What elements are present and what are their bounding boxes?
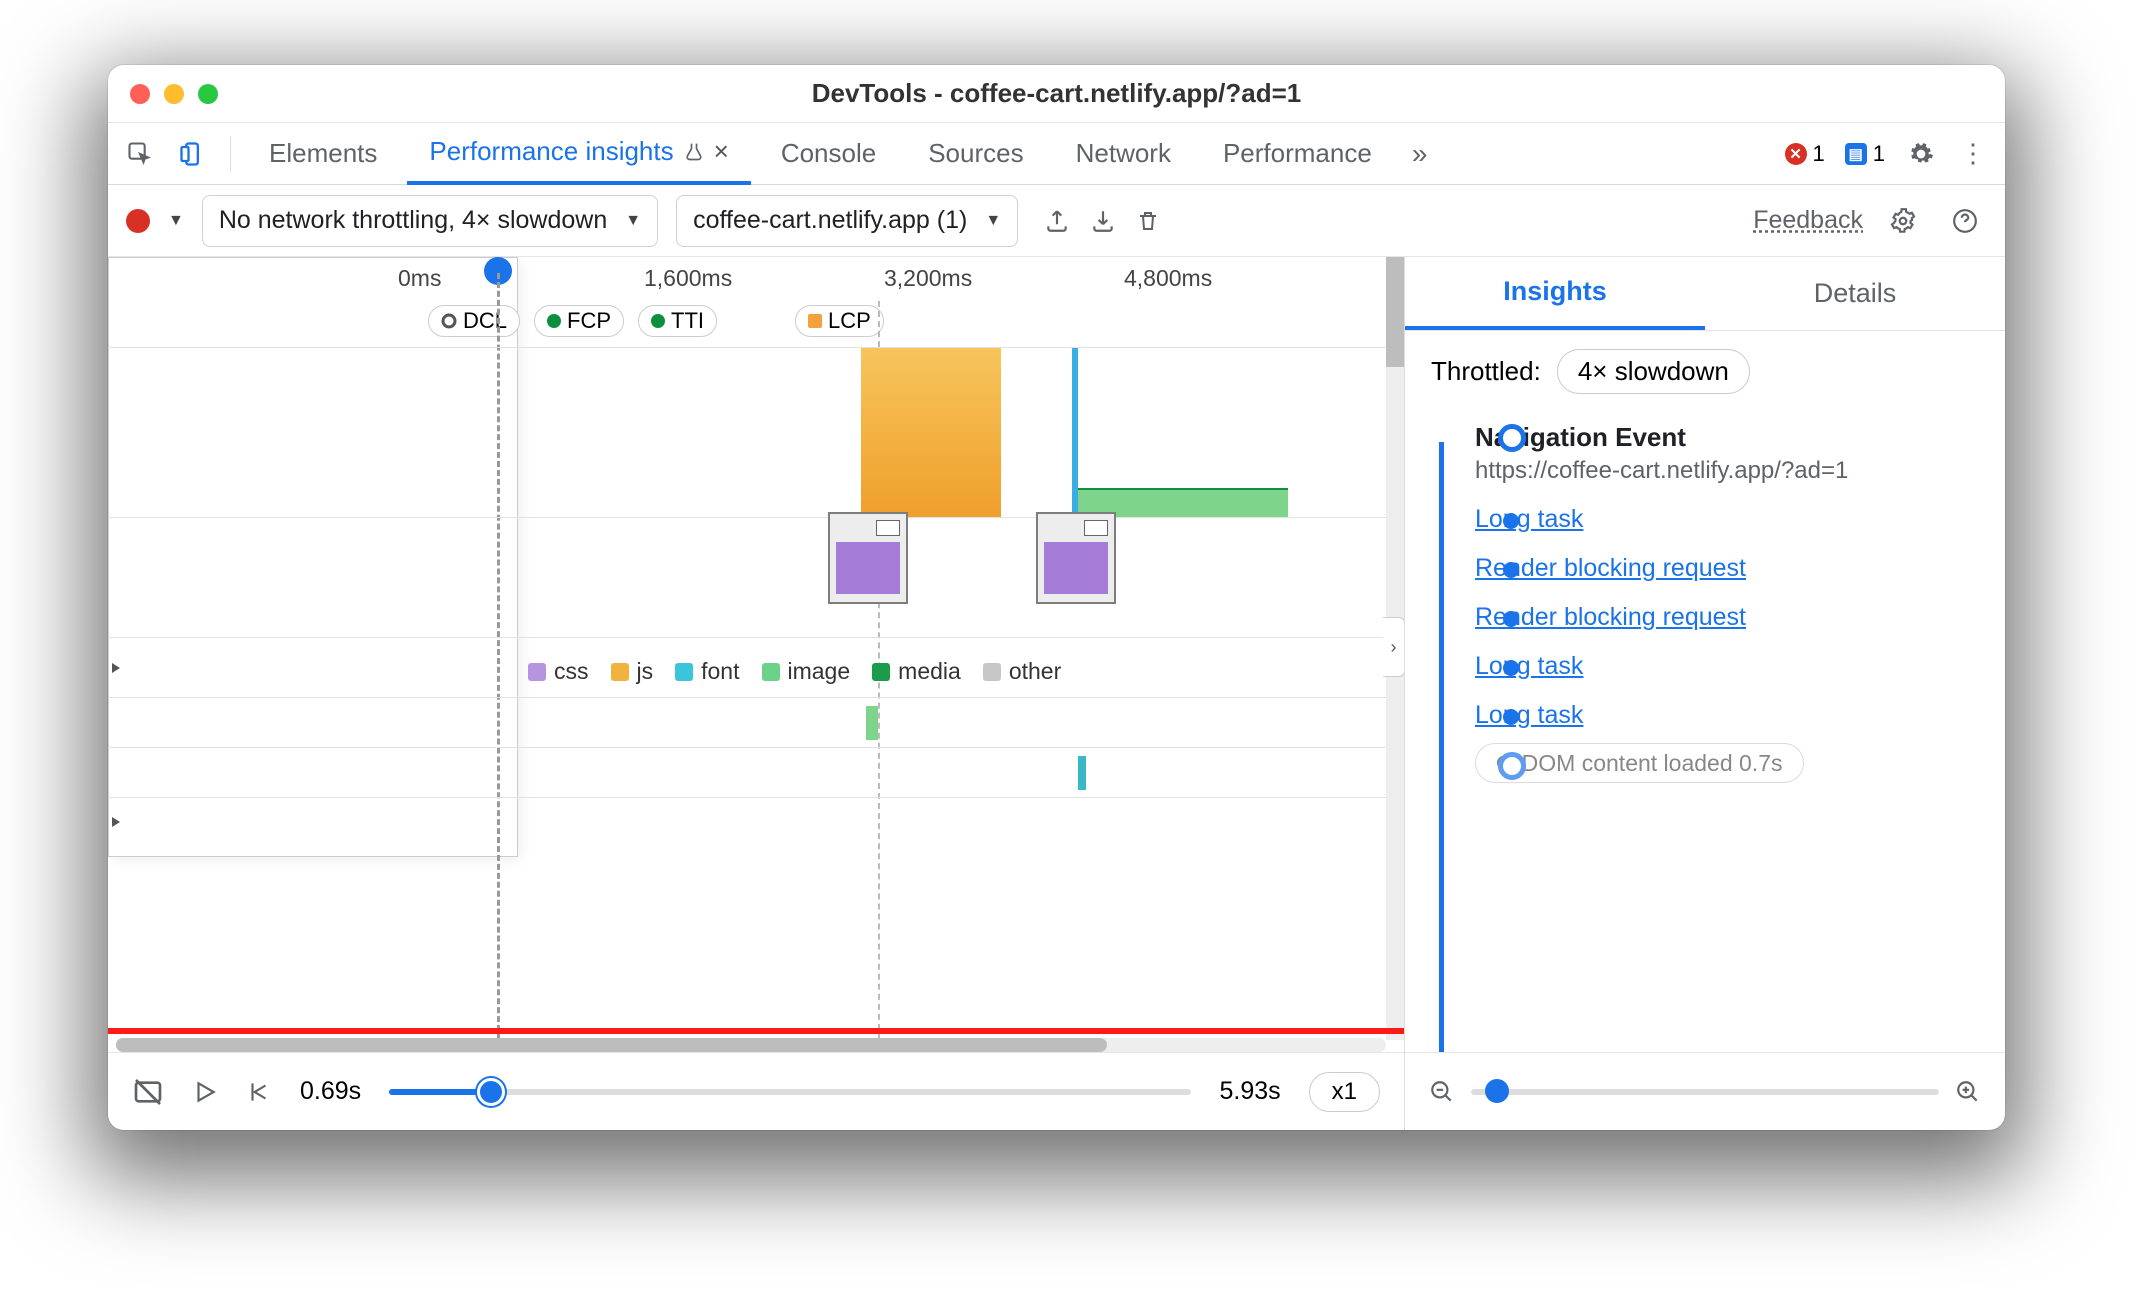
screenshot-thumb[interactable]: [1036, 512, 1116, 604]
device-toggle-icon[interactable]: [170, 132, 214, 176]
insight-item[interactable]: Render blocking request: [1475, 544, 2005, 593]
network-legend-track: css js font image media other: [108, 637, 1388, 697]
help-icon[interactable]: [1943, 199, 1987, 243]
insight-item[interactable]: Long task: [1475, 495, 2005, 544]
window-title: DevTools - coffee-cart.netlify.app/?ad=1: [108, 78, 2005, 109]
insight-dom-loaded[interactable]: ⟳ DOM content loaded 0.7s: [1475, 740, 2005, 787]
filmstrip-track[interactable]: [108, 517, 1388, 637]
more-tabs-icon[interactable]: »: [1402, 138, 1438, 170]
replay-bar: 0.69s 5.93s x1: [108, 1052, 1404, 1130]
legend-media: media: [872, 658, 961, 685]
insights-toolbar: ▼ No network throttling, 4× slowdown▼ co…: [108, 185, 2005, 257]
maximize-window[interactable]: [198, 84, 218, 104]
experiment-icon: [684, 142, 704, 162]
traffic-lights: [108, 84, 218, 104]
marker-fcp[interactable]: FCP: [534, 305, 624, 337]
tab-elements[interactable]: Elements: [247, 123, 399, 185]
restart-icon[interactable]: [246, 1079, 272, 1105]
main-track[interactable]: [108, 347, 1388, 517]
kebab-menu-icon[interactable]: ⋮: [1951, 132, 1995, 176]
timeline-ruler[interactable]: 0ms 1,600ms 3,200ms 4,800ms DCL FCP TTI …: [108, 257, 1404, 347]
tab-performance-insights[interactable]: Performance insights ×: [407, 123, 750, 185]
marker-dcl[interactable]: DCL: [428, 305, 520, 337]
devtools-window: DevTools - coffee-cart.netlify.app/?ad=1…: [108, 65, 2005, 1130]
insight-navigation[interactable]: Navigation Event https://coffee-cart.net…: [1475, 412, 2005, 495]
import-icon[interactable]: [1090, 208, 1116, 234]
insight-item[interactable]: Render blocking request: [1475, 593, 2005, 642]
marker-lcp[interactable]: LCP: [795, 305, 884, 337]
tab-sources[interactable]: Sources: [906, 123, 1045, 185]
recording-select[interactable]: coffee-cart.netlify.app (1)▼: [676, 195, 1018, 247]
requests-track-2[interactable]: [108, 747, 1388, 797]
throttling-select[interactable]: No network throttling, 4× slowdown▼: [202, 195, 658, 247]
timeline-panel: 0ms 1,600ms 3,200ms 4,800ms DCL FCP TTI …: [108, 257, 1405, 1130]
errors-badge[interactable]: ✕1: [1779, 141, 1831, 167]
zoom-in-icon[interactable]: [1955, 1079, 1981, 1105]
messages-badge[interactable]: ▤1: [1839, 141, 1891, 167]
replay-speed[interactable]: x1: [1309, 1072, 1380, 1112]
throttled-pill[interactable]: 4× slowdown: [1557, 349, 1750, 394]
delete-icon[interactable]: [1136, 208, 1160, 234]
replay-slider[interactable]: [389, 1089, 1191, 1095]
titlebar: DevTools - coffee-cart.netlify.app/?ad=1: [108, 65, 2005, 123]
insight-item[interactable]: Long task: [1475, 642, 2005, 691]
zoom-bar: [1405, 1052, 2005, 1130]
minimize-window[interactable]: [164, 84, 184, 104]
horizontal-scrollbar[interactable]: [116, 1038, 1386, 1052]
legend-other: other: [983, 658, 1061, 685]
tab-insights[interactable]: Insights: [1405, 257, 1705, 330]
record-button[interactable]: [126, 209, 150, 233]
expand-track-icon[interactable]: [108, 814, 124, 830]
marker-tti[interactable]: TTI: [638, 305, 717, 337]
play-icon[interactable]: [192, 1079, 218, 1105]
disable-screenshots-icon[interactable]: [132, 1076, 164, 1108]
record-options-caret[interactable]: ▼: [168, 212, 184, 230]
feedback-link[interactable]: Feedback: [1753, 206, 1863, 235]
tab-details[interactable]: Details: [1705, 257, 2005, 330]
legend-image: image: [762, 658, 851, 685]
replay-start-time: 0.69s: [300, 1077, 361, 1106]
expand-track-icon[interactable]: [108, 660, 124, 676]
replay-end-time: 5.93s: [1219, 1077, 1280, 1106]
close-window[interactable]: [130, 84, 150, 104]
collapse-sidebar-icon[interactable]: ›: [1383, 617, 1405, 677]
tab-performance[interactable]: Performance: [1201, 123, 1394, 185]
settings-gear-icon[interactable]: [1899, 132, 1943, 176]
close-tab-icon[interactable]: ×: [714, 136, 729, 167]
requests-track-3[interactable]: [108, 797, 1388, 847]
insight-item[interactable]: Long task: [1475, 691, 2005, 740]
panel-settings-icon[interactable]: [1881, 199, 1925, 243]
tab-console[interactable]: Console: [759, 123, 898, 185]
legend-css: css: [528, 658, 589, 685]
export-icon[interactable]: [1044, 208, 1070, 234]
insights-panel: Insights Details Throttled: 4× slowdown …: [1405, 257, 2005, 1130]
requests-track-1[interactable]: [108, 697, 1388, 747]
tab-network[interactable]: Network: [1054, 123, 1193, 185]
devtools-tabs: Elements Performance insights × Console …: [108, 123, 2005, 185]
zoom-slider[interactable]: [1471, 1089, 1939, 1095]
inspect-icon[interactable]: [118, 132, 162, 176]
legend-js: js: [611, 658, 654, 685]
zoom-out-icon[interactable]: [1429, 1079, 1455, 1105]
insights-timeline-line: [1439, 442, 1444, 1052]
throttled-row: Throttled: 4× slowdown: [1405, 331, 2005, 412]
screenshot-thumb[interactable]: [828, 512, 908, 604]
legend-font: font: [675, 658, 739, 685]
